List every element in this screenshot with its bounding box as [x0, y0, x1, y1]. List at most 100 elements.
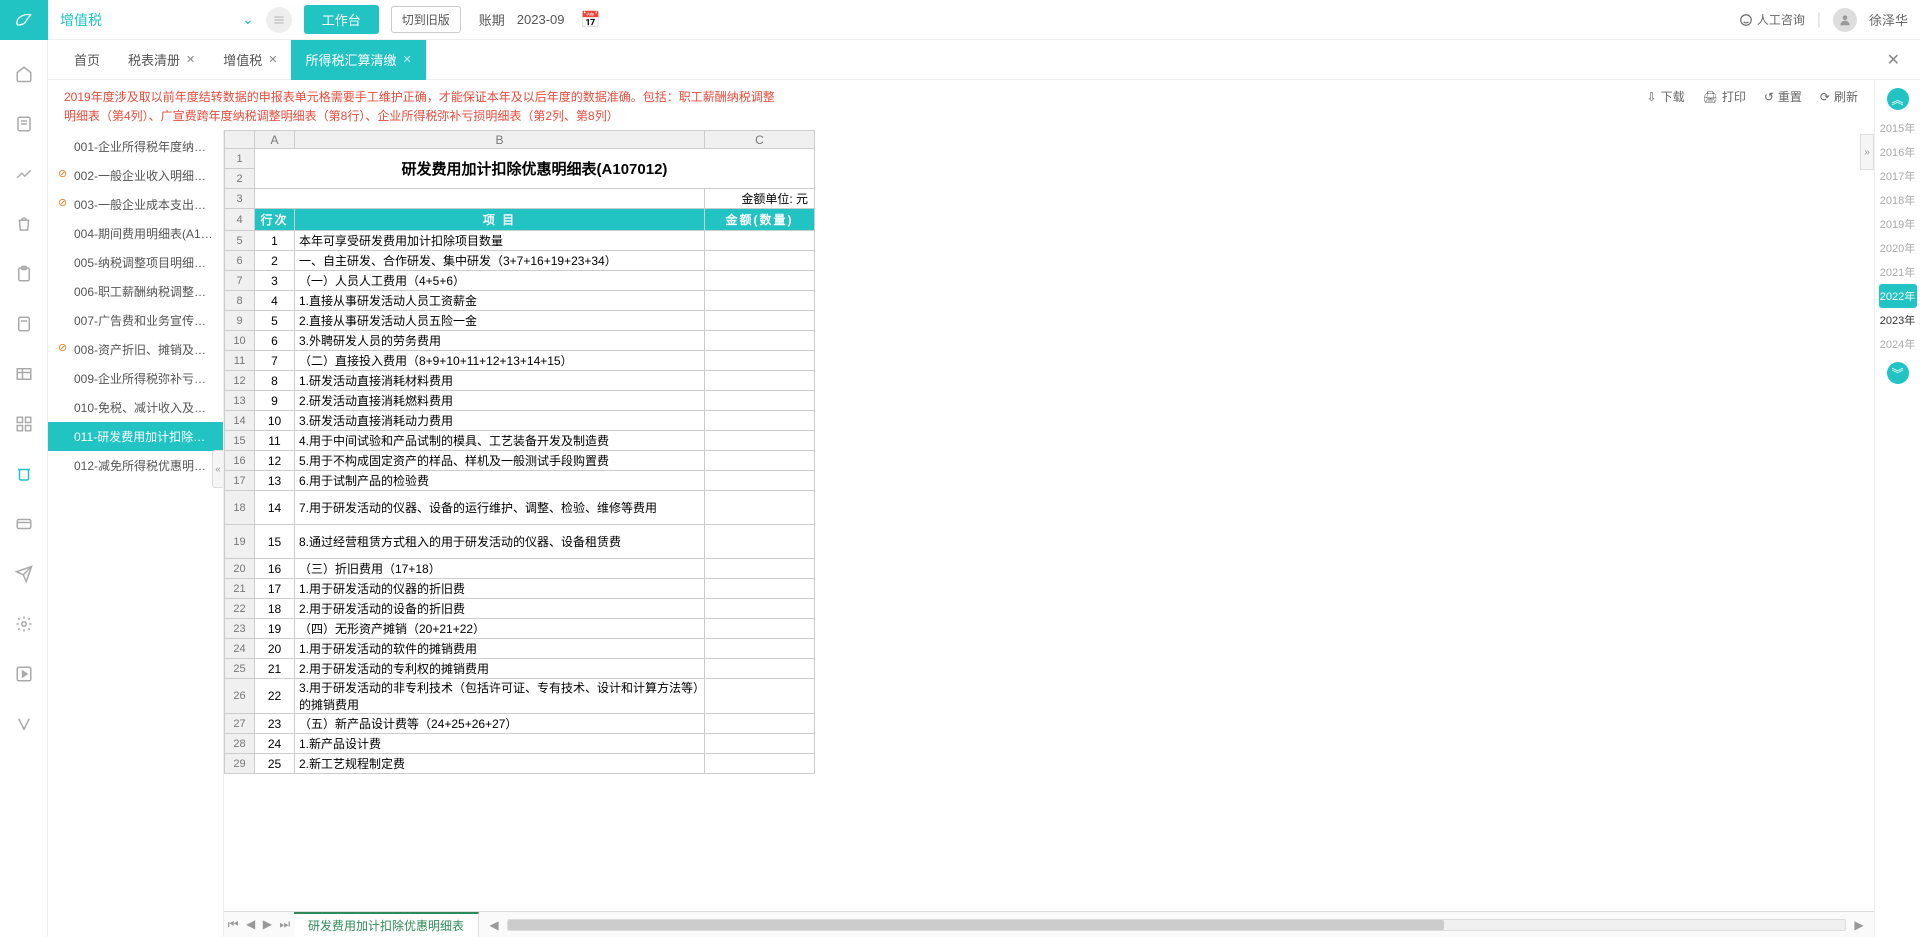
item-desc[interactable]: 本年可享受研发费用加计扣除项目数量	[295, 231, 705, 251]
item-desc[interactable]: 2.用于研发活动的专利权的摊销费用	[295, 659, 705, 679]
amount-cell[interactable]	[705, 351, 815, 371]
year-2016年[interactable]: 2016年	[1879, 140, 1917, 164]
row-head[interactable]: 18	[225, 491, 255, 525]
list-round-button[interactable]	[266, 7, 292, 33]
line-no[interactable]: 10	[255, 411, 295, 431]
item-desc[interactable]: 3.用于研发活动的非专利技术（包括许可证、专有技术、设计和计算方法等）的摊销费用	[295, 679, 705, 714]
form-item-5[interactable]: 006-职工薪酬纳税调整明细...	[48, 277, 223, 306]
line-no[interactable]: 15	[255, 525, 295, 559]
amount-cell[interactable]	[705, 599, 815, 619]
item-desc[interactable]: 1.研发活动直接消耗材料费用	[295, 371, 705, 391]
amount-cell[interactable]	[705, 714, 815, 734]
amount-cell[interactable]	[705, 391, 815, 411]
table-icon[interactable]	[8, 358, 40, 390]
line-no[interactable]: 2	[255, 251, 295, 271]
tab-0[interactable]: 首页	[60, 40, 114, 80]
clipboard-icon[interactable]	[8, 258, 40, 290]
row-head[interactable]: 13	[225, 391, 255, 411]
year-2021年[interactable]: 2021年	[1879, 260, 1917, 284]
grid-icon[interactable]	[8, 408, 40, 440]
sheet-nav-first[interactable]: ⏮	[228, 917, 239, 932]
form-item-11[interactable]: 012-减免所得税优惠明细表(...	[48, 451, 223, 480]
form-item-7[interactable]: ⊘008-资产折旧、摊销及纳税...	[48, 335, 223, 364]
row-head[interactable]: 27	[225, 714, 255, 734]
year-2020年[interactable]: 2020年	[1879, 236, 1917, 260]
workbench-button[interactable]: 工作台	[304, 5, 379, 34]
col-header-c[interactable]: C	[705, 131, 815, 149]
row-head[interactable]: 23	[225, 619, 255, 639]
year-2023年[interactable]: 2023年	[1879, 308, 1917, 332]
row-head[interactable]: 10	[225, 331, 255, 351]
row-head[interactable]: 21	[225, 579, 255, 599]
form-item-3[interactable]: 004-期间费用明细表(A1040...	[48, 219, 223, 248]
line-no[interactable]: 13	[255, 471, 295, 491]
reset-button[interactable]: ↺ 重置	[1764, 88, 1802, 105]
amount-cell[interactable]	[705, 231, 815, 251]
row-head[interactable]: 26	[225, 679, 255, 714]
item-desc[interactable]: 1.用于研发活动的仪器的折旧费	[295, 579, 705, 599]
amount-cell[interactable]	[705, 251, 815, 271]
row-head[interactable]: 7	[225, 271, 255, 291]
sheet-tab[interactable]: 研发费用加计扣除优惠明细表	[294, 912, 479, 937]
tab-1[interactable]: 税表清册✕	[114, 40, 209, 80]
amount-cell[interactable]	[705, 659, 815, 679]
amount-cell[interactable]	[705, 525, 815, 559]
form-item-4[interactable]: 005-纳税调整项目明细表(A1...	[48, 248, 223, 277]
year-2017年[interactable]: 2017年	[1879, 164, 1917, 188]
line-no[interactable]: 23	[255, 714, 295, 734]
v-icon[interactable]	[8, 708, 40, 740]
row-head[interactable]: 14	[225, 411, 255, 431]
row-head[interactable]: 5	[225, 231, 255, 251]
line-no[interactable]: 11	[255, 431, 295, 451]
amount-cell[interactable]	[705, 754, 815, 774]
gear-icon[interactable]	[8, 608, 40, 640]
tab-3[interactable]: 所得税汇算清缴✕	[291, 40, 425, 80]
col-header-b[interactable]: B	[295, 131, 705, 149]
download-button[interactable]: ⇩ 下载	[1647, 88, 1685, 105]
line-no[interactable]: 14	[255, 491, 295, 525]
amount-cell[interactable]	[705, 331, 815, 351]
row-head[interactable]: 28	[225, 734, 255, 754]
line-no[interactable]: 5	[255, 311, 295, 331]
print-button[interactable]: 🖨 打印	[1703, 88, 1746, 105]
year-2024年[interactable]: 2024年	[1879, 332, 1917, 356]
line-no[interactable]: 12	[255, 451, 295, 471]
sheet-nav-next[interactable]: ▶	[263, 917, 272, 932]
corner-cell[interactable]	[225, 131, 255, 149]
row-head[interactable]: 16	[225, 451, 255, 471]
row-head[interactable]: 1	[225, 149, 255, 169]
row-head[interactable]: 19	[225, 525, 255, 559]
form-item-9[interactable]: 010-免税、减计收入及加计...	[48, 393, 223, 422]
amount-cell[interactable]	[705, 491, 815, 525]
col-header-a[interactable]: A	[255, 131, 295, 149]
play-icon[interactable]	[8, 658, 40, 690]
row-head[interactable]: 8	[225, 291, 255, 311]
form-item-6[interactable]: 007-广告费和业务宣传费跨...	[48, 306, 223, 335]
module-dropdown[interactable]: 增值税 ⌄	[60, 10, 254, 30]
refresh-button[interactable]: ⟳ 刷新	[1820, 88, 1858, 105]
bag-icon[interactable]	[8, 208, 40, 240]
item-desc[interactable]: 1.用于研发活动的软件的摊销费用	[295, 639, 705, 659]
line-no[interactable]: 3	[255, 271, 295, 291]
row-head[interactable]: 15	[225, 431, 255, 451]
row-head[interactable]: 12	[225, 371, 255, 391]
line-no[interactable]: 19	[255, 619, 295, 639]
line-no[interactable]: 20	[255, 639, 295, 659]
item-desc[interactable]: 1.新产品设计费	[295, 734, 705, 754]
row-head[interactable]: 2	[225, 169, 255, 189]
line-no[interactable]: 16	[255, 559, 295, 579]
avatar[interactable]	[1833, 8, 1857, 32]
tab-2[interactable]: 增值税✕	[209, 40, 291, 80]
row-head[interactable]: 20	[225, 559, 255, 579]
send-icon[interactable]	[8, 558, 40, 590]
tab-close-icon[interactable]: ✕	[403, 53, 412, 66]
row-head[interactable]: 9	[225, 311, 255, 331]
row-head[interactable]: 3	[225, 189, 255, 209]
item-desc[interactable]: 8.通过经营租赁方式租入的用于研发活动的仪器、设备租赁费	[295, 525, 705, 559]
item-desc[interactable]: 2.新工艺规程制定费	[295, 754, 705, 774]
period-value[interactable]: 2023-09	[517, 12, 565, 27]
line-no[interactable]: 21	[255, 659, 295, 679]
item-desc[interactable]: 3.研发活动直接消耗动力费用	[295, 411, 705, 431]
sheet-nav-last[interactable]: ⏭	[279, 917, 290, 932]
item-desc[interactable]: （一）人员人工费用（4+5+6）	[295, 271, 705, 291]
